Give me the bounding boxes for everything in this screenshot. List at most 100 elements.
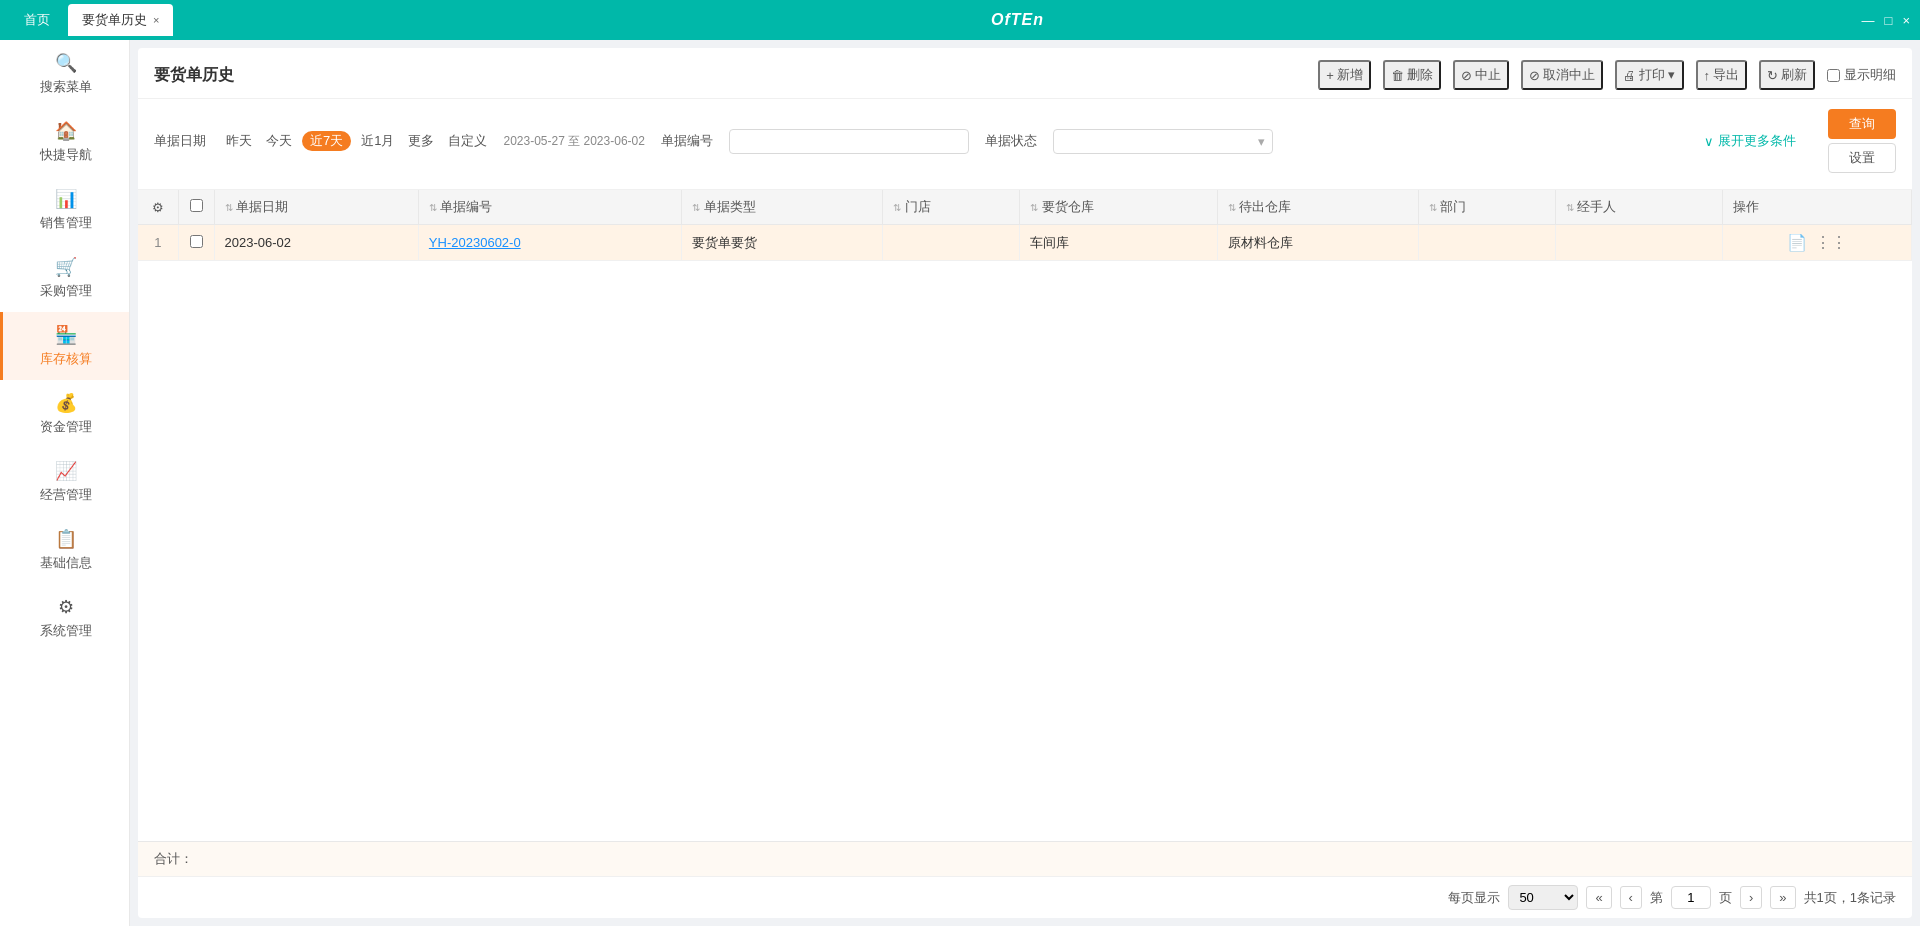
page-number-input[interactable] (1671, 886, 1711, 909)
refresh-button[interactable]: ↻ 刷新 (1759, 60, 1815, 90)
date-options: 昨天 今天 近7天 近1月 更多 自定义 2023-05-27 至 2023-0… (222, 131, 645, 151)
status-select-wrap: ▾ (1053, 129, 1273, 154)
cell-checkbox[interactable] (178, 225, 214, 261)
filter-row-1: 单据日期 昨天 今天 近7天 近1月 更多 自定义 2023-05-27 至 2… (154, 109, 1896, 173)
cancel-stop-button[interactable]: ⊘ 取消中止 (1521, 60, 1603, 90)
stop-label: 中止 (1475, 66, 1501, 84)
sidebar-item-finance[interactable]: 💰 资金管理 (0, 380, 129, 448)
sidebar-item-operations[interactable]: 📈 经营管理 (0, 448, 129, 516)
cancel-stop-icon: ⊘ (1529, 68, 1540, 83)
next-page-button[interactable]: › (1740, 886, 1762, 909)
delete-icon: 🗑 (1391, 68, 1404, 83)
delete-button[interactable]: 🗑 删除 (1383, 60, 1441, 90)
summary-label: 合计： (154, 851, 193, 866)
date-range-display: 2023-05-27 至 2023-06-02 (503, 133, 644, 150)
sidebar-item-sales[interactable]: 📊 销售管理 (0, 176, 129, 244)
sort-icon-store[interactable]: ⇅ (893, 202, 901, 213)
th-req-warehouse: ⇅ 要货仓库 (1020, 190, 1218, 225)
doc-no-input[interactable] (729, 129, 969, 154)
cell-handler (1555, 225, 1722, 261)
sidebar-item-inventory[interactable]: 🏪 库存核算 (0, 312, 129, 380)
export-button[interactable]: ↑ 导出 (1696, 60, 1748, 90)
refresh-label: 刷新 (1781, 66, 1807, 84)
sidebar-item-search-menu-label: 搜索菜单 (40, 78, 92, 96)
th-settings[interactable]: ⚙ (138, 190, 178, 225)
sort-icon-doc-date[interactable]: ⇅ (225, 202, 233, 213)
sort-icon-req-warehouse[interactable]: ⇅ (1030, 202, 1038, 213)
show-detail-label: 显示明细 (1844, 66, 1896, 84)
sort-icon-doc-no[interactable]: ⇅ (429, 202, 437, 213)
page-size-select[interactable]: 50 10 20 100 (1508, 885, 1578, 910)
sidebar-item-purchase[interactable]: 🛒 采购管理 (0, 244, 129, 312)
doc-no-link[interactable]: YH-20230602-0 (429, 235, 521, 250)
window-maximize-icon[interactable]: □ (1885, 13, 1893, 28)
footer-summary: 合计： (138, 841, 1912, 876)
cell-doc-no[interactable]: YH-20230602-0 (418, 225, 681, 261)
edit-icon[interactable]: 📄 (1787, 233, 1807, 252)
sort-icon-pending-warehouse[interactable]: ⇅ (1228, 202, 1236, 213)
th-doc-date: ⇅ 单据日期 (214, 190, 418, 225)
more-icon[interactable]: ⋮⋮ (1815, 233, 1847, 252)
new-button[interactable]: + 新增 (1318, 60, 1371, 90)
stop-button[interactable]: ⊘ 中止 (1453, 60, 1509, 90)
tab-active[interactable]: 要货单历史 × (68, 4, 173, 36)
date-filter-label: 单据日期 (154, 132, 206, 150)
print-button[interactable]: 🖨 打印 ▾ (1615, 60, 1684, 90)
system-icon: ⚙ (58, 596, 74, 618)
cell-index: 1 (138, 225, 178, 261)
first-page-button[interactable]: « (1586, 886, 1611, 909)
date-opt-custom[interactable]: 自定义 (444, 131, 491, 151)
th-department: ⇅ 部门 (1418, 190, 1555, 225)
expand-conditions-button[interactable]: ∨ 展开更多条件 (1704, 132, 1796, 150)
prev-page-button[interactable]: ‹ (1620, 886, 1642, 909)
query-button[interactable]: 查询 (1828, 109, 1896, 139)
base-info-icon: 📋 (55, 528, 77, 550)
th-checkbox[interactable] (178, 190, 214, 225)
sidebar-item-system[interactable]: ⚙ 系统管理 (0, 584, 129, 652)
brand-logo: OfTEn (991, 11, 1044, 29)
tab-close-icon[interactable]: × (153, 14, 159, 26)
sort-icon-doc-type[interactable]: ⇅ (692, 202, 700, 213)
select-all-checkbox[interactable] (190, 199, 203, 212)
page-size-label: 每页显示 (1448, 889, 1500, 907)
sidebar-item-base-info[interactable]: 📋 基础信息 (0, 516, 129, 584)
table-wrap: ⚙ ⇅ 单据日期 ⇅ 单据编号 ⇅ 单据类型 ⇅ 门店 ⇅ 要货仓库 ⇅ 待出仓… (138, 190, 1912, 841)
show-detail-checkbox[interactable] (1827, 69, 1840, 82)
sort-icon-handler[interactable]: ⇅ (1566, 202, 1574, 213)
window-minimize-icon[interactable]: — (1862, 13, 1875, 28)
th-store: ⇅ 门店 (883, 190, 1020, 225)
status-select[interactable] (1053, 129, 1273, 154)
date-opt-today[interactable]: 今天 (262, 131, 296, 151)
page-label-after: 页 (1719, 889, 1732, 907)
date-opt-7days[interactable]: 近7天 (302, 131, 351, 151)
sidebar-item-base-info-label: 基础信息 (40, 554, 92, 572)
sidebar-item-search-menu[interactable]: 🔍 搜索菜单 (0, 40, 129, 108)
window-controls: — □ × (1862, 13, 1910, 28)
export-label: 导出 (1713, 66, 1739, 84)
active-tab-label: 要货单历史 (82, 11, 147, 29)
tab-home[interactable]: 首页 (10, 4, 64, 36)
doc-no-label: 单据编号 (661, 132, 713, 150)
status-label: 单据状态 (985, 132, 1037, 150)
date-opt-yesterday[interactable]: 昨天 (222, 131, 256, 151)
inventory-icon: 🏪 (55, 324, 77, 346)
quick-nav-icon: 🏠 (55, 120, 77, 142)
row-checkbox[interactable] (190, 235, 203, 248)
show-detail-checkbox-wrap[interactable]: 显示明细 (1827, 66, 1896, 84)
date-opt-1month[interactable]: 近1月 (357, 131, 398, 151)
sidebar-item-quick-nav[interactable]: 🏠 快捷导航 (0, 108, 129, 176)
date-opt-more[interactable]: 更多 (404, 131, 438, 151)
filter-action-btns: 查询 设置 (1828, 109, 1896, 173)
content-area: 要货单历史 + 新增 🗑 删除 ⊘ 中止 ⊘ 取消中止 (138, 48, 1912, 918)
home-tab-label: 首页 (24, 11, 50, 29)
delete-label: 删除 (1407, 66, 1433, 84)
last-page-button[interactable]: » (1770, 886, 1795, 909)
main-layout: 🔍 搜索菜单 🏠 快捷导航 📊 销售管理 🛒 采购管理 🏪 库存核算 💰 资金管… (0, 40, 1920, 926)
settings-button[interactable]: 设置 (1828, 143, 1896, 173)
purchase-icon: 🛒 (55, 256, 77, 278)
top-bar: 首页 要货单历史 × OfTEn — □ × (0, 0, 1920, 40)
window-close-icon[interactable]: × (1902, 13, 1910, 28)
content-header: 要货单历史 + 新增 🗑 删除 ⊘ 中止 ⊘ 取消中止 (138, 48, 1912, 99)
sort-icon-department[interactable]: ⇅ (1429, 202, 1437, 213)
cell-ops: 📄 ⋮⋮ (1722, 225, 1911, 261)
